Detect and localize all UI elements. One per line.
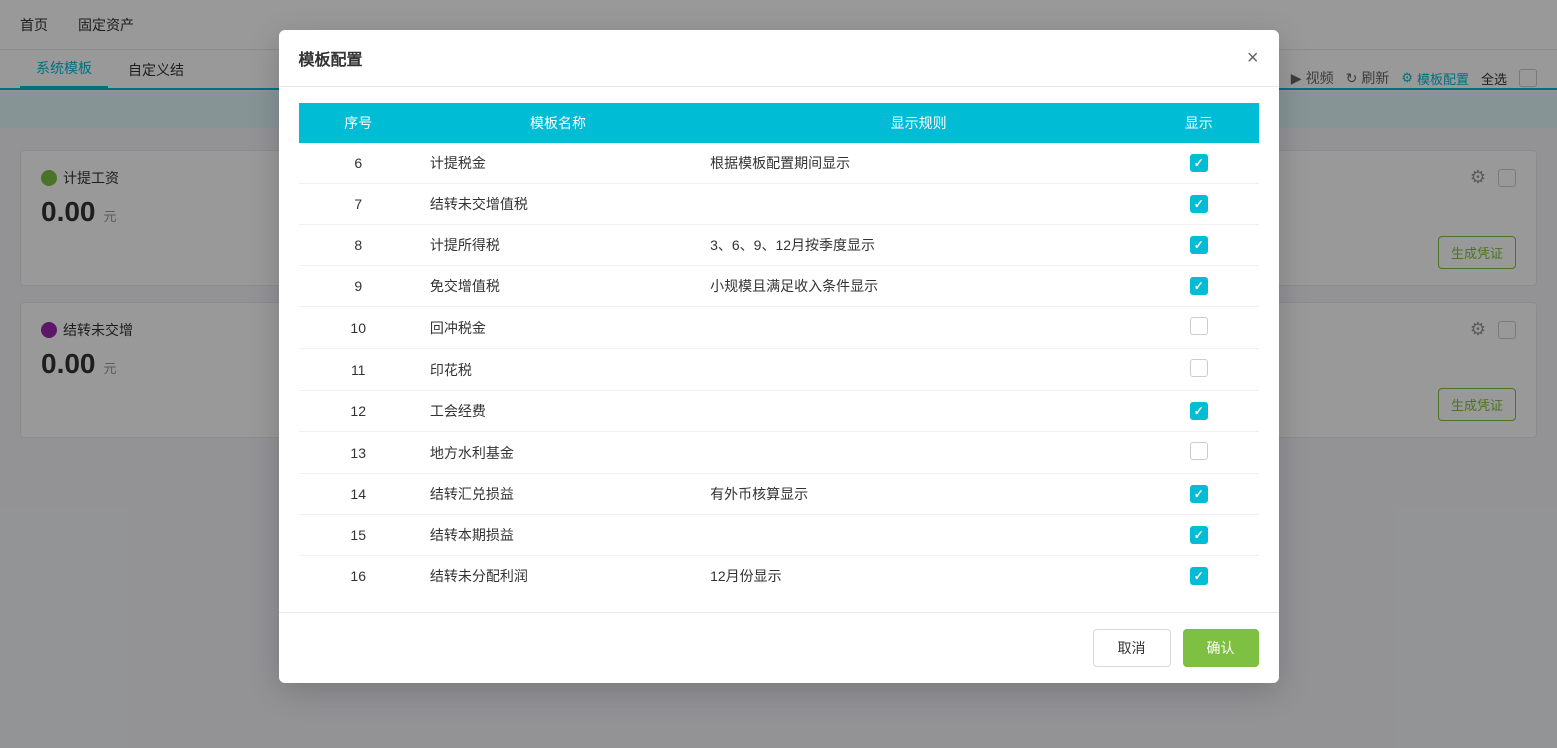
cell-name: 计提所得税	[418, 225, 698, 266]
cell-rule: 3、6、9、12月按季度显示	[698, 225, 1139, 266]
cell-checkbox	[1139, 556, 1258, 597]
cell-checkbox	[1139, 474, 1258, 515]
table-body: 6计提税金根据模板配置期间显示7结转未交增值税8计提所得税3、6、9、12月按季…	[299, 143, 1259, 596]
cell-name: 结转未交增值税	[418, 184, 698, 225]
cell-name: 回冲税金	[418, 307, 698, 349]
cell-checkbox	[1139, 349, 1258, 391]
cell-rule: 有外币核算显示	[698, 474, 1139, 515]
cell-checkbox	[1139, 266, 1258, 307]
confirm-button[interactable]: 确认	[1183, 629, 1259, 667]
cell-rule	[698, 391, 1139, 432]
cell-name: 结转汇兑损益	[418, 474, 698, 515]
table-row: 8计提所得税3、6、9、12月按季度显示	[299, 225, 1259, 266]
row-12-checkbox[interactable]	[1190, 402, 1208, 420]
cell-name: 结转本期损益	[418, 515, 698, 556]
cell-id: 11	[299, 349, 418, 391]
row-15-checkbox[interactable]	[1190, 526, 1208, 544]
modal-title: 模板配置	[299, 46, 363, 70]
cell-checkbox	[1139, 143, 1258, 184]
row-10-checkbox[interactable]	[1190, 317, 1208, 335]
cell-id: 13	[299, 432, 418, 474]
cell-name: 工会经费	[418, 391, 698, 432]
cell-checkbox	[1139, 225, 1258, 266]
cell-id: 16	[299, 556, 418, 597]
cell-name: 地方水利基金	[418, 432, 698, 474]
cell-rule	[698, 432, 1139, 474]
modal-overlay: 模板配置 × 序号 模板名称 显示规则 显示 6计提税金根据模板配置期间显示7结…	[0, 0, 1557, 748]
cell-rule	[698, 184, 1139, 225]
cell-name: 免交增值税	[418, 266, 698, 307]
row-7-checkbox[interactable]	[1190, 195, 1208, 213]
cell-name: 计提税金	[418, 143, 698, 184]
table-row: 13地方水利基金	[299, 432, 1259, 474]
row-16-checkbox[interactable]	[1190, 567, 1208, 585]
table-row: 15结转本期损益	[299, 515, 1259, 556]
cell-id: 15	[299, 515, 418, 556]
row-6-checkbox[interactable]	[1190, 154, 1208, 172]
table-row: 10回冲税金	[299, 307, 1259, 349]
cell-rule	[698, 349, 1139, 391]
cell-id: 6	[299, 143, 418, 184]
col-header-name: 模板名称	[418, 103, 698, 143]
row-13-checkbox[interactable]	[1190, 442, 1208, 460]
cell-rule	[698, 515, 1139, 556]
cell-checkbox	[1139, 515, 1258, 556]
cell-checkbox	[1139, 432, 1258, 474]
table-row: 11印花税	[299, 349, 1259, 391]
row-11-checkbox[interactable]	[1190, 359, 1208, 377]
row-9-checkbox[interactable]	[1190, 277, 1208, 295]
cell-checkbox	[1139, 307, 1258, 349]
modal-body: 序号 模板名称 显示规则 显示 6计提税金根据模板配置期间显示7结转未交增值税8…	[279, 87, 1279, 612]
cancel-button[interactable]: 取消	[1093, 629, 1171, 667]
row-8-checkbox[interactable]	[1190, 236, 1208, 254]
cell-id: 12	[299, 391, 418, 432]
cell-rule: 12月份显示	[698, 556, 1139, 597]
table-row: 6计提税金根据模板配置期间显示	[299, 143, 1259, 184]
cell-id: 9	[299, 266, 418, 307]
modal-footer: 取消 确认	[279, 612, 1279, 683]
col-header-rule: 显示规则	[698, 103, 1139, 143]
cell-rule	[698, 307, 1139, 349]
cell-rule: 小规模且满足收入条件显示	[698, 266, 1139, 307]
cell-name: 印花税	[418, 349, 698, 391]
cell-id: 14	[299, 474, 418, 515]
table-header: 序号 模板名称 显示规则 显示	[299, 103, 1259, 143]
cell-checkbox	[1139, 391, 1258, 432]
table-row: 12工会经费	[299, 391, 1259, 432]
modal-header: 模板配置 ×	[279, 30, 1279, 87]
col-header-id: 序号	[299, 103, 418, 143]
template-config-modal: 模板配置 × 序号 模板名称 显示规则 显示 6计提税金根据模板配置期间显示7结…	[279, 30, 1279, 683]
table-row: 16结转未分配利润12月份显示	[299, 556, 1259, 597]
table-row: 14结转汇兑损益有外币核算显示	[299, 474, 1259, 515]
cell-checkbox	[1139, 184, 1258, 225]
col-header-show: 显示	[1139, 103, 1258, 143]
modal-close-button[interactable]: ×	[1247, 48, 1259, 68]
config-table: 序号 模板名称 显示规则 显示 6计提税金根据模板配置期间显示7结转未交增值税8…	[299, 103, 1259, 596]
cell-rule: 根据模板配置期间显示	[698, 143, 1139, 184]
table-row: 9免交增值税小规模且满足收入条件显示	[299, 266, 1259, 307]
cell-id: 7	[299, 184, 418, 225]
cell-id: 8	[299, 225, 418, 266]
row-14-checkbox[interactable]	[1190, 485, 1208, 503]
table-row: 7结转未交增值税	[299, 184, 1259, 225]
cell-id: 10	[299, 307, 418, 349]
cell-name: 结转未分配利润	[418, 556, 698, 597]
